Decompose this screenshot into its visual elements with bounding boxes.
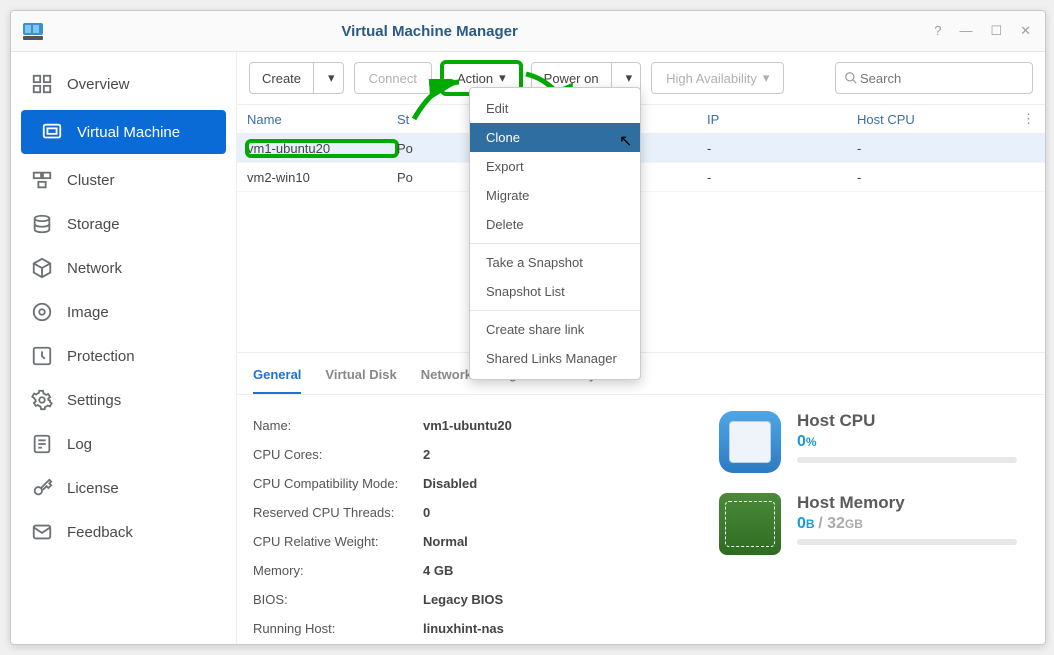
menu-delete[interactable]: Delete xyxy=(470,210,640,239)
mouse-cursor-icon: ↖ xyxy=(619,131,632,151)
table-row[interactable]: vm2-win10 Po -nas - - xyxy=(237,163,1045,192)
license-icon xyxy=(31,477,53,499)
sidebar-item-protection[interactable]: Protection xyxy=(11,334,236,378)
ha-button[interactable]: High Availability▾ xyxy=(651,62,784,94)
menu-take-snapshot[interactable]: Take a Snapshot xyxy=(470,248,640,277)
detail-tabs: General Virtual Disk Network High Availa… xyxy=(237,353,1045,395)
menu-clone[interactable]: Clone xyxy=(470,123,640,152)
sidebar-item-feedback[interactable]: Feedback xyxy=(11,510,236,554)
sidebar-item-virtual-machine[interactable]: Virtual Machine xyxy=(21,110,226,154)
sidebar-item-cluster[interactable]: Cluster xyxy=(11,158,236,202)
chevron-down-icon: ▾ xyxy=(499,70,506,86)
sidebar-item-network[interactable]: Network xyxy=(11,246,236,290)
help-icon[interactable]: ? xyxy=(934,23,941,39)
table-row[interactable]: vm1-ubuntu20 Po -nas - - xyxy=(237,134,1045,163)
gear-icon xyxy=(31,389,53,411)
chevron-down-icon[interactable]: ▾ xyxy=(618,70,641,86)
close-icon[interactable]: ✕ xyxy=(1020,23,1031,39)
menu-export[interactable]: Export xyxy=(470,152,640,181)
host-memory-stat: Host Memory 0B / 32GB xyxy=(719,493,1029,555)
connect-button[interactable]: Connect xyxy=(354,62,432,94)
tab-vdisk[interactable]: Virtual Disk xyxy=(325,367,396,394)
memory-icon xyxy=(719,493,781,555)
sidebar-item-overview[interactable]: Overview xyxy=(11,62,236,106)
col-hostcpu[interactable]: Host CPU xyxy=(857,112,1022,127)
toolbar: Create▾ Connect Action▾ Power on▾ High A… xyxy=(237,52,1045,105)
col-ip[interactable]: IP xyxy=(707,112,857,127)
tab-network[interactable]: Network xyxy=(421,367,472,394)
menu-snapshot-list[interactable]: Snapshot List xyxy=(470,277,640,306)
feedback-icon xyxy=(31,521,53,543)
menu-edit[interactable]: Edit xyxy=(470,94,640,123)
minimize-icon[interactable]: — xyxy=(959,23,972,39)
titlebar: Virtual Machine Manager ? — ☐ ✕ xyxy=(11,11,1045,52)
menu-shared-links-manager[interactable]: Shared Links Manager xyxy=(470,344,640,373)
network-icon xyxy=(31,257,53,279)
create-button[interactable]: Create▾ xyxy=(249,62,344,94)
search-input[interactable] xyxy=(835,62,1033,94)
chevron-down-icon[interactable]: ▾ xyxy=(320,70,343,86)
dashboard-icon xyxy=(31,73,53,95)
menu-migrate[interactable]: Migrate xyxy=(470,181,640,210)
col-name[interactable]: Name xyxy=(247,112,397,127)
table-header: Name St Host IP Host CPU ⋮ xyxy=(237,105,1045,134)
chevron-down-icon: ▾ xyxy=(763,70,770,86)
cluster-icon xyxy=(31,169,53,191)
cpu-icon xyxy=(719,411,781,473)
host-cpu-stat: Host CPU 0% xyxy=(719,411,1029,473)
window-title: Virtual Machine Manager xyxy=(10,23,934,40)
memory-bar xyxy=(797,539,1017,545)
vm-icon xyxy=(41,121,63,143)
action-menu: Edit Clone Export Migrate Delete Take a … xyxy=(469,87,641,380)
app-window: Virtual Machine Manager ? — ☐ ✕ Overview… xyxy=(10,10,1046,645)
sidebar-item-settings[interactable]: Settings xyxy=(11,378,236,422)
protection-icon xyxy=(31,345,53,367)
search-icon xyxy=(844,71,858,85)
more-columns-icon[interactable]: ⋮ xyxy=(1022,111,1045,127)
cpu-bar xyxy=(797,457,1017,463)
tab-general[interactable]: General xyxy=(253,367,301,394)
storage-icon xyxy=(31,213,53,235)
sidebar: Overview Virtual Machine Cluster Storage… xyxy=(11,52,237,644)
sidebar-item-storage[interactable]: Storage xyxy=(11,202,236,246)
maximize-icon[interactable]: ☐ xyxy=(990,23,1002,39)
log-icon xyxy=(31,433,53,455)
sidebar-item-license[interactable]: License xyxy=(11,466,236,510)
vm-properties: Name:vm1-ubuntu20 CPU Cores:2 CPU Compat… xyxy=(237,395,719,644)
menu-create-share-link[interactable]: Create share link xyxy=(470,315,640,344)
image-icon xyxy=(31,301,53,323)
sidebar-item-log[interactable]: Log xyxy=(11,422,236,466)
sidebar-item-image[interactable]: Image xyxy=(11,290,236,334)
